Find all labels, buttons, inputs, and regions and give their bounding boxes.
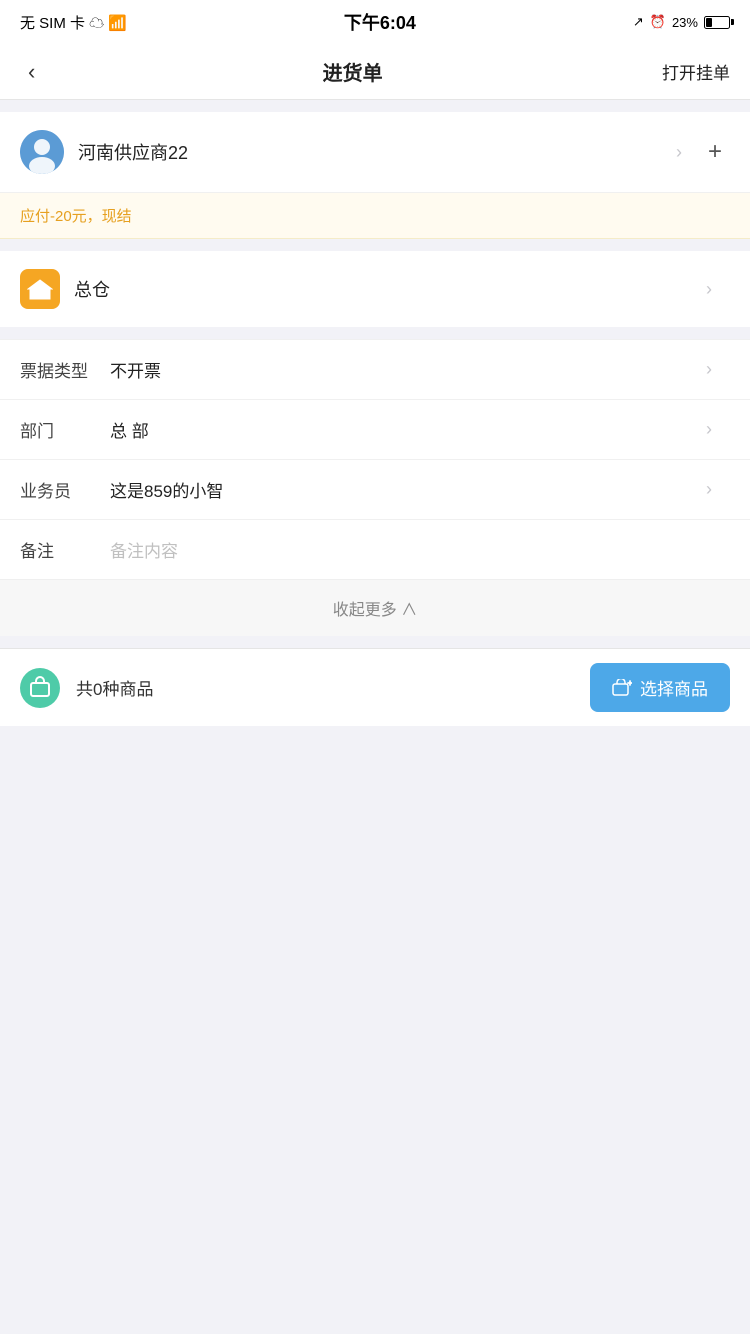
dept-value: 总 部 — [110, 417, 706, 442]
supplier-section: 河南供应商22 › + 应付-20元，现结 — [0, 112, 750, 239]
section-gap-1 — [0, 100, 750, 112]
invoice-chevron-icon: › — [706, 359, 712, 380]
warehouse-section: 总仓 › — [0, 251, 750, 327]
warehouse-icon — [20, 269, 60, 309]
invoice-row[interactable]: 票据类型 不开票 › — [0, 339, 750, 399]
dept-chevron-icon: › — [706, 419, 712, 440]
status-time: 下午6:04 — [344, 9, 416, 35]
section-gap-2 — [0, 239, 750, 251]
remark-row[interactable]: 备注 备注内容 — [0, 519, 750, 579]
status-left: 无 SIM 卡 ☁ 📶 — [20, 12, 127, 33]
invoice-value: 不开票 — [110, 357, 706, 382]
nav-bar: ‹ 进货单 打开挂单 — [0, 44, 750, 100]
alarm-icon: ⏰ — [650, 14, 666, 30]
supplier-row[interactable]: 河南供应商22 › + — [0, 112, 750, 193]
remark-label: 备注 — [20, 537, 110, 562]
remark-placeholder: 备注内容 — [110, 537, 730, 562]
house-icon — [27, 278, 53, 300]
product-count-icon — [20, 668, 60, 708]
battery-percent: 23% — [672, 15, 698, 30]
open-pending-button[interactable]: 打开挂单 — [662, 59, 730, 84]
alert-text: 应付-20元，现结 — [20, 208, 132, 225]
section-gap-3 — [0, 327, 750, 339]
cart-icon — [28, 676, 52, 700]
gray-fill-area — [0, 726, 750, 1026]
chevron-right-icon: › — [676, 142, 682, 163]
page-title: 进货单 — [323, 57, 383, 86]
status-bar: 无 SIM 卡 ☁ 📶 下午6:04 ↗ ⏰ 23% — [0, 0, 750, 44]
location-icon: ↗ — [633, 14, 644, 30]
dept-row[interactable]: 部门 总 部 › — [0, 399, 750, 459]
section-gap-4 — [0, 636, 750, 648]
person-icon — [20, 130, 64, 174]
collapse-label: 收起更多 ∧ — [333, 602, 417, 619]
dept-label: 部门 — [20, 417, 110, 442]
select-product-label: 选择商品 — [640, 675, 708, 700]
battery-icon — [704, 16, 730, 29]
invoice-label: 票据类型 — [20, 357, 110, 382]
add-cart-icon — [612, 679, 632, 697]
salesman-chevron-icon: › — [706, 479, 712, 500]
bottom-action-bar: 共0种商品 选择商品 — [0, 648, 750, 726]
add-supplier-button[interactable]: + — [700, 134, 730, 170]
warehouse-row[interactable]: 总仓 › — [0, 251, 750, 327]
salesman-label: 业务员 — [20, 477, 110, 502]
collapse-bar[interactable]: 收起更多 ∧ — [0, 579, 750, 636]
back-button[interactable]: ‹ — [20, 51, 43, 93]
product-count-text: 共0种商品 — [76, 675, 574, 700]
status-right: ↗ ⏰ 23% — [633, 14, 730, 30]
form-section: 票据类型 不开票 › 部门 总 部 › 业务员 这是859的小智 › 备注 备注… — [0, 339, 750, 636]
supplier-name: 河南供应商22 — [78, 139, 676, 165]
supplier-alert-banner: 应付-20元，现结 — [0, 193, 750, 239]
salesman-value: 这是859的小智 — [110, 477, 706, 502]
supplier-avatar — [20, 130, 64, 174]
select-product-button[interactable]: 选择商品 — [590, 663, 730, 712]
salesman-row[interactable]: 业务员 这是859的小智 › — [0, 459, 750, 519]
warehouse-label: 总仓 — [74, 276, 706, 302]
warehouse-chevron-icon: › — [706, 279, 712, 300]
